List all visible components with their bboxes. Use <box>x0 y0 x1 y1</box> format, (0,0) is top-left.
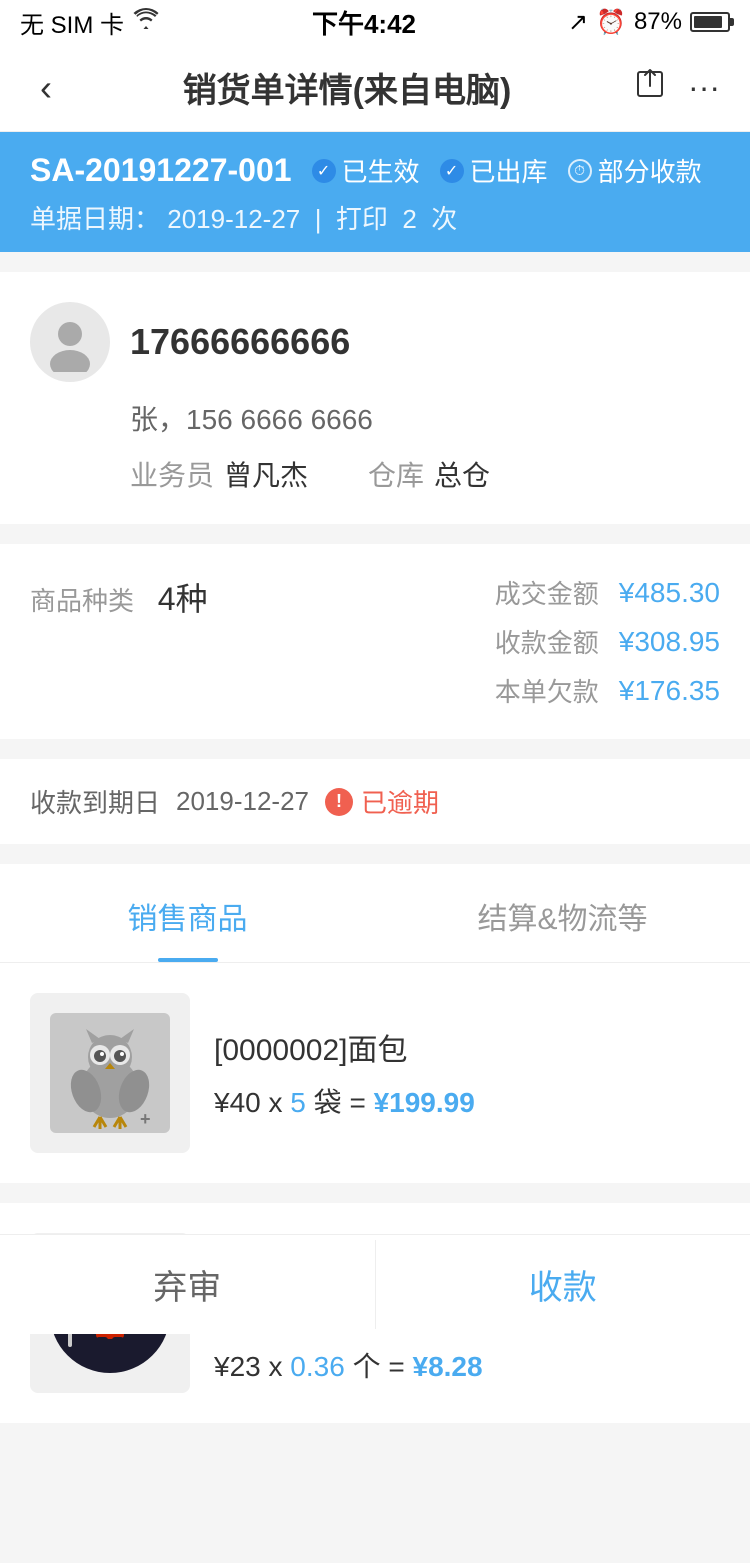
product-qty-2: 0.36 <box>290 1351 345 1382</box>
due-date-value: 2019-12-27 <box>176 786 309 817</box>
due-date-label: 收款到期日 <box>30 783 160 820</box>
header-banner: SA-20191227-001 ✓ 已生效 ✓ 已出库 ⏱ 部分收款 单据日期：… <box>0 132 750 252</box>
overdue-icon: ! <box>325 788 353 816</box>
customer-phone: 17666666666 <box>130 321 350 363</box>
status-shipped: ✓ 已出库 <box>440 152 548 189</box>
status-partial: ⏱ 部分收款 <box>568 152 702 189</box>
type-label: 商品种类 <box>30 586 134 616</box>
type-value: 4种 <box>158 581 208 617</box>
bottom-bar: 弃审 收款 <box>0 1234 750 1334</box>
product-name-1: [0000002]面包 <box>214 1025 720 1069</box>
warehouse-value: 总仓 <box>434 454 490 494</box>
debt-amount-row: 本单欠款 ¥176.35 <box>495 672 720 709</box>
alarm-icon: ⏰ <box>596 8 626 37</box>
tab-sales[interactable]: 销售商品 <box>0 864 375 962</box>
product-price-2: ¥23 x 0.36 个 = ¥8.28 <box>214 1345 720 1385</box>
receipt-amount-row: 收款金额 ¥308.95 <box>495 623 720 660</box>
tab-settlement[interactable]: 结算&物流等 <box>375 864 750 962</box>
table-row: + [0000002]面包 ¥40 x 5 袋 = ¥199.99 <box>0 963 750 1183</box>
status-partial-label: 部分收款 <box>598 152 702 189</box>
summary-row: 商品种类 4种 成交金额 ¥485.30 收款金额 ¥308.95 本单欠款 ¥… <box>30 574 720 709</box>
order-id-text: SA-20191227-001 <box>30 152 292 189</box>
status-time: 下午4:42 <box>312 4 416 41</box>
sales-meta: 业务员 曾凡杰 <box>130 454 308 494</box>
battery-icon <box>690 12 730 32</box>
product-price-1: ¥40 x 5 袋 = ¥199.99 <box>214 1081 720 1121</box>
carrier-text: 无 SIM 卡 <box>20 5 124 40</box>
status-left: 无 SIM 卡 <box>20 5 160 40</box>
deal-value: ¥485.30 <box>619 577 720 609</box>
back-button[interactable]: ‹ <box>30 57 62 119</box>
debt-value: ¥176.35 <box>619 675 720 707</box>
deal-amount-row: 成交金额 ¥485.30 <box>495 574 720 611</box>
nav-actions: ··· <box>632 66 720 110</box>
overdue-label: 已逾期 <box>361 783 439 820</box>
deal-label: 成交金额 <box>495 574 599 611</box>
product-total-1: ¥199.99 <box>374 1087 475 1118</box>
receipt-value: ¥308.95 <box>619 626 720 658</box>
tabs-container: 销售商品 结算&物流等 <box>0 864 750 963</box>
product-list: + [0000002]面包 ¥40 x 5 袋 = ¥199.99 <box>0 963 750 1423</box>
status-effective: ✓ 已生效 <box>312 152 420 189</box>
clock-icon: ⏱ <box>568 159 592 183</box>
summary-left: 商品种类 4种 <box>30 574 208 620</box>
cancel-review-button[interactable]: 弃审 <box>0 1240 376 1329</box>
svg-text:+: + <box>140 1109 151 1129</box>
battery-percent: 87% <box>634 8 682 36</box>
sales-label: 业务员 <box>130 454 214 494</box>
collect-payment-button[interactable]: 收款 <box>376 1240 750 1329</box>
page-title: 销货单详情(来自电脑) <box>62 63 632 112</box>
order-date: 单据日期： 2019-12-27 | 打印 2 次 <box>30 199 720 236</box>
status-effective-label: 已生效 <box>342 152 420 189</box>
customer-meta: 业务员 曾凡杰 仓库 总仓 <box>30 454 720 494</box>
overdue-badge: ! 已逾期 <box>325 783 439 820</box>
status-shipped-label: 已出库 <box>470 152 548 189</box>
due-date-card: 收款到期日 2019-12-27 ! 已逾期 <box>0 759 750 844</box>
debt-label: 本单欠款 <box>495 672 599 709</box>
nav-bar: ‹ 销货单详情(来自电脑) ··· <box>0 44 750 132</box>
product-image-1: + <box>30 993 190 1153</box>
warehouse-meta: 仓库 总仓 <box>368 454 490 494</box>
check-icon-1: ✓ <box>312 159 336 183</box>
status-right: ↗ ⏰ 87% <box>568 8 730 37</box>
sales-value: 曾凡杰 <box>224 454 308 494</box>
summary-card: 商品种类 4种 成交金额 ¥485.30 收款金额 ¥308.95 本单欠款 ¥… <box>0 544 750 739</box>
avatar <box>30 302 110 382</box>
more-button[interactable]: ··· <box>688 69 720 106</box>
receipt-label: 收款金额 <box>495 623 599 660</box>
wifi-icon <box>132 8 160 37</box>
share-button[interactable] <box>632 66 668 110</box>
status-bar: 无 SIM 卡 下午4:42 ↗ ⏰ 87% <box>0 0 750 44</box>
order-id-row: SA-20191227-001 ✓ 已生效 ✓ 已出库 ⏱ 部分收款 <box>30 152 720 189</box>
customer-card: 17666666666 张，156 6666 6666 业务员 曾凡杰 仓库 总… <box>0 272 750 524</box>
customer-header: 17666666666 <box>30 302 720 382</box>
warehouse-label: 仓库 <box>368 454 424 494</box>
summary-right: 成交金额 ¥485.30 收款金额 ¥308.95 本单欠款 ¥176.35 <box>495 574 720 709</box>
customer-info: 张，156 6666 6666 <box>30 398 720 438</box>
product-qty-1: 5 <box>290 1087 306 1118</box>
check-icon-2: ✓ <box>440 159 464 183</box>
product-total-2: ¥8.28 <box>413 1351 483 1382</box>
product-details-1: [0000002]面包 ¥40 x 5 袋 = ¥199.99 <box>214 1025 720 1121</box>
location-icon: ↗ <box>568 8 588 37</box>
